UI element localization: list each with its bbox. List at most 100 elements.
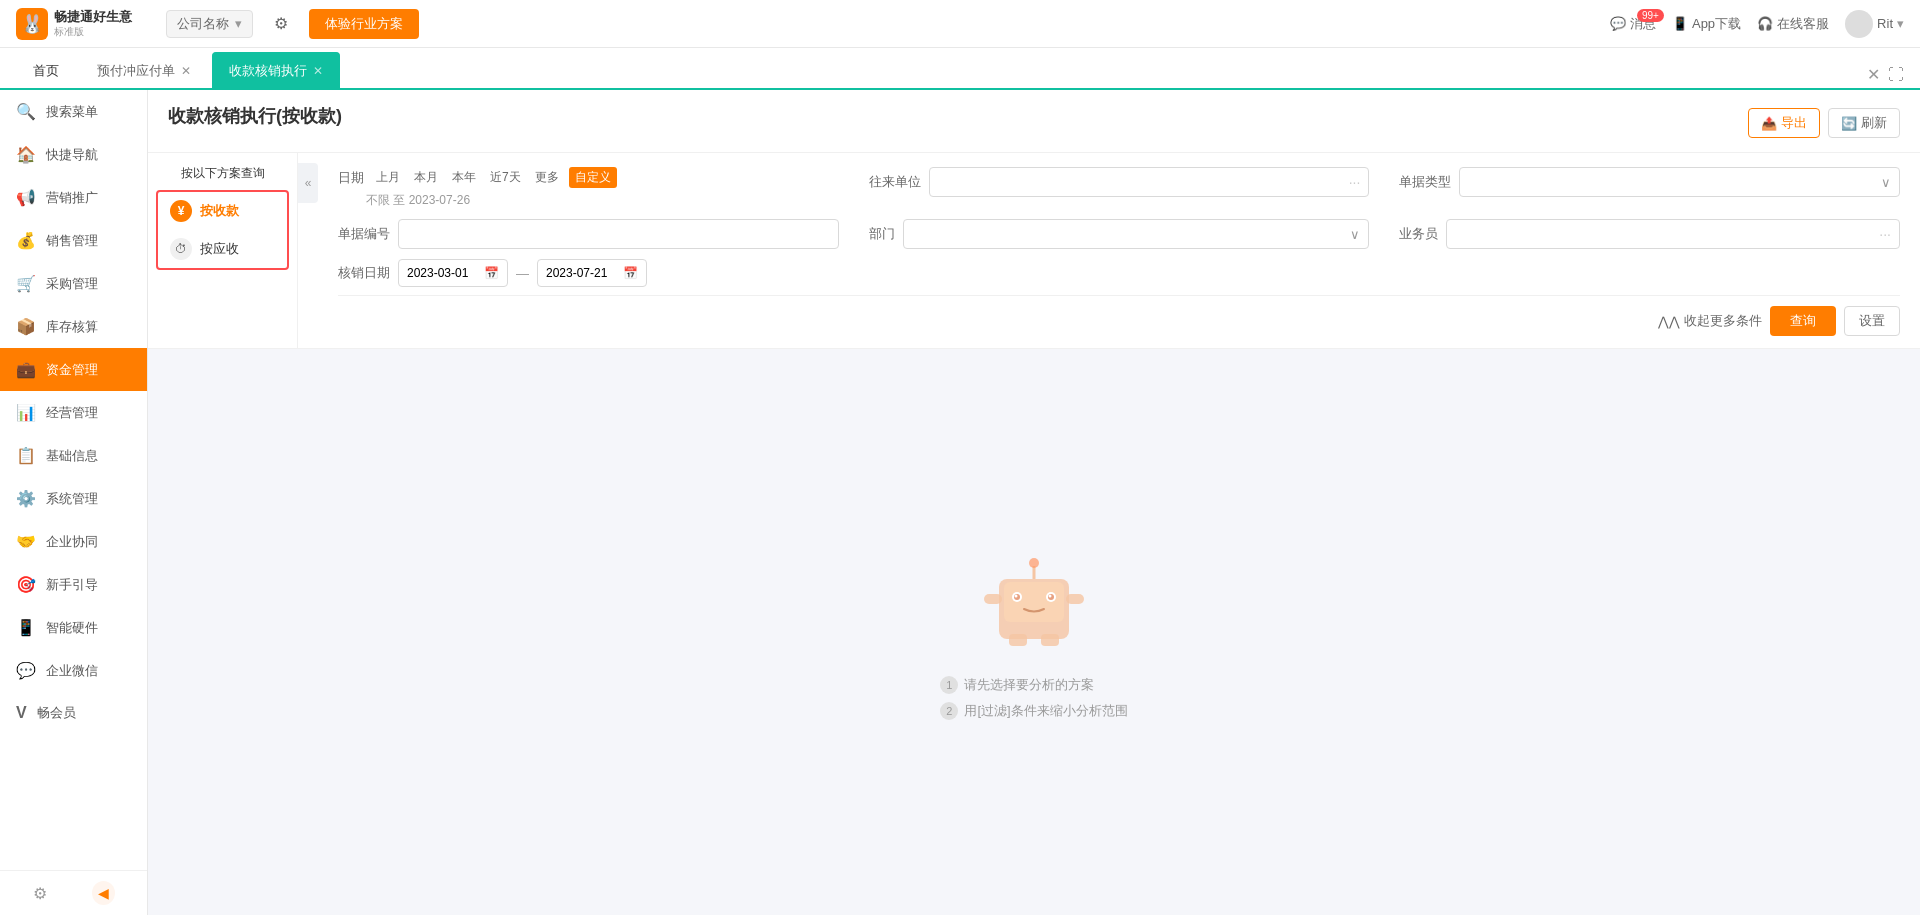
tab-close-all-icon[interactable]: ✕ [1867, 65, 1880, 84]
sidebar-item-guide[interactable]: 🎯 新手引导 [0, 563, 147, 606]
query-bottom-row: ⋀⋀ 收起更多条件 查询 设置 [338, 295, 1900, 338]
left-filter-panel: 按以下方案查询 ¥ 按收款 ⏱ 按应收 [148, 153, 298, 348]
date-separator: — [516, 266, 529, 281]
query-row-2: 单据编号 部门 ∨ 业务员 [338, 219, 1900, 249]
sidebar-label-search: 搜索菜单 [46, 103, 98, 121]
sidebar-item-wechat[interactable]: 💬 企业微信 [0, 649, 147, 692]
partner-field: 往来单位 ··· [869, 167, 1370, 197]
user-area[interactable]: Rit ▾ [1845, 10, 1904, 38]
salesman-field: 业务员 ··· [1399, 219, 1900, 249]
sidebar-item-operation[interactable]: 📊 经营管理 [0, 391, 147, 434]
svg-rect-11 [1066, 594, 1084, 604]
query-btn[interactable]: 查询 [1770, 306, 1836, 336]
partner-input[interactable]: ··· [929, 167, 1370, 197]
verify-date-end-input[interactable]: 2023-07-21 📅 [537, 259, 647, 287]
home-icon: 🏠 [16, 145, 36, 164]
svg-point-7 [1048, 595, 1051, 598]
tab-prepay[interactable]: 预付冲应付单 ✕ [80, 52, 208, 88]
sidebar-item-quicknav[interactable]: 🏠 快捷导航 [0, 133, 147, 176]
sidebar-label-sales: 销售管理 [46, 232, 98, 250]
sidebar-item-marketing[interactable]: 📢 营销推广 [0, 176, 147, 219]
sidebar-item-purchase[interactable]: 🛒 采购管理 [0, 262, 147, 305]
sidebar-label-guide: 新手引导 [46, 576, 98, 594]
tab-home[interactable]: 首页 [16, 52, 76, 88]
sidebar-item-system[interactable]: ⚙️ 系统管理 [0, 477, 147, 520]
tab-bar: 首页 预付冲应付单 ✕ 收款核销执行 ✕ ✕ ⛶ [0, 48, 1920, 90]
sidebar-item-basic[interactable]: 📋 基础信息 [0, 434, 147, 477]
sidebar-collapse-icon[interactable]: ◀ [92, 881, 115, 905]
tab-expand-icon[interactable]: ⛶ [1888, 66, 1904, 84]
tab-home-label: 首页 [33, 62, 59, 80]
date-tab-custom[interactable]: 自定义 [569, 167, 617, 188]
tab-verify-close[interactable]: ✕ [313, 64, 323, 78]
date-tab-this-month[interactable]: 本月 [410, 167, 442, 188]
sidebar-item-finance[interactable]: 💼 资金管理 [0, 348, 147, 391]
partner-dots-btn[interactable]: ··· [1349, 174, 1361, 190]
date-label: 日期 [338, 169, 364, 187]
tab-prepay-close[interactable]: ✕ [181, 64, 191, 78]
main-content-wrapper: 收款核销执行(按收款) 📤 导出 🔄 刷新 按以下方案查询 [148, 90, 1920, 915]
date-tab-last-month[interactable]: 上月 [372, 167, 404, 188]
sales-icon: 💰 [16, 231, 36, 250]
company-name-display[interactable]: 公司名称 ▾ [166, 10, 253, 38]
sidebar-item-hardware[interactable]: 📱 智能硬件 [0, 606, 147, 649]
date-tab-more[interactable]: 更多 [531, 167, 563, 188]
sidebar-item-inventory[interactable]: 📦 库存核算 [0, 305, 147, 348]
verify-date-end-value: 2023-07-21 [546, 266, 607, 280]
settings-btn[interactable]: 设置 [1844, 306, 1900, 336]
date-tab-this-year[interactable]: 本年 [448, 167, 480, 188]
member-icon: V [16, 704, 27, 722]
date-row-top: 日期 上月 本月 本年 近7天 更多 自定义 [338, 167, 839, 188]
operation-icon: 📊 [16, 403, 36, 422]
message-btn[interactable]: 💬 消息 99+ [1610, 15, 1656, 33]
empty-state: 1 请先选择要分析的方案 2 用[过滤]条件来缩小分析范围 [940, 349, 1127, 915]
sidebar-item-enterprise[interactable]: 🤝 企业协同 [0, 520, 147, 563]
filter-by-receipt[interactable]: ¥ 按收款 [158, 192, 287, 230]
sidebar-label-purchase: 采购管理 [46, 275, 98, 293]
sidebar-item-member[interactable]: V 畅会员 [0, 692, 147, 734]
doc-no-input[interactable] [398, 219, 839, 249]
date-tabs-row: 上月 本月 本年 近7天 更多 自定义 [372, 167, 617, 188]
hardware-icon: 📱 [16, 618, 36, 637]
doc-type-select[interactable]: ∨ [1459, 167, 1900, 197]
header-settings-btn[interactable]: ⚙ [265, 8, 297, 40]
online-service-btn[interactable]: 🎧 在线客服 [1757, 15, 1829, 33]
dept-chevron-icon: ∨ [1350, 227, 1360, 242]
verify-date-row: 核销日期 2023-03-01 📅 — 2023-07-21 📅 [338, 259, 1900, 287]
app-logo-icon: 🐰 [16, 8, 48, 40]
sidebar-item-search[interactable]: 🔍 搜索菜单 [0, 90, 147, 133]
filter-receipt-label: 按收款 [200, 202, 239, 220]
tab-prepay-label: 预付冲应付单 [97, 62, 175, 80]
dept-select[interactable]: ∨ [903, 219, 1370, 249]
tip-2-text: 用[过滤]条件来缩小分析范围 [964, 702, 1127, 720]
tab-bar-actions: ✕ ⛶ [1867, 65, 1904, 88]
empty-illustration [974, 544, 1094, 664]
tip-2: 2 用[过滤]条件来缩小分析范围 [940, 702, 1127, 720]
inventory-icon: 📦 [16, 317, 36, 336]
filter-by-receivable[interactable]: ⏱ 按应收 [158, 230, 287, 268]
salesman-input[interactable]: ··· [1446, 219, 1900, 249]
tab-verify[interactable]: 收款核销执行 ✕ [212, 52, 340, 88]
export-btn[interactable]: 📤 导出 [1748, 108, 1820, 138]
sidebar-label-marketing: 营销推广 [46, 189, 98, 207]
marketing-icon: 📢 [16, 188, 36, 207]
panel-collapse-btn[interactable]: « [298, 163, 318, 203]
filter-options-container: ¥ 按收款 ⏱ 按应收 [156, 190, 289, 270]
sidebar-settings-icon[interactable]: ⚙ [33, 884, 47, 903]
date-tab-7days[interactable]: 近7天 [486, 167, 525, 188]
verify-date-start-input[interactable]: 2023-03-01 📅 [398, 259, 508, 287]
app-download-btn[interactable]: 📱 App下载 [1672, 15, 1741, 33]
industry-btn[interactable]: 体验行业方案 [309, 9, 419, 39]
tip-1: 1 请先选择要分析的方案 [940, 676, 1127, 694]
doc-type-field: 单据类型 ∨ [1399, 167, 1900, 197]
message-icon: 💬 [1610, 16, 1626, 31]
page-header-actions: 📤 导出 🔄 刷新 [1748, 108, 1900, 138]
sidebar-item-sales[interactable]: 💰 销售管理 [0, 219, 147, 262]
refresh-btn[interactable]: 🔄 刷新 [1828, 108, 1900, 138]
guide-icon: 🎯 [16, 575, 36, 594]
salesman-dots-btn[interactable]: ··· [1879, 226, 1891, 242]
receipt-icon: ¥ [170, 200, 192, 222]
collapse-more-btn[interactable]: ⋀⋀ 收起更多条件 [1658, 304, 1762, 338]
verify-date-start-value: 2023-03-01 [407, 266, 468, 280]
sidebar-label-inventory: 库存核算 [46, 318, 98, 336]
